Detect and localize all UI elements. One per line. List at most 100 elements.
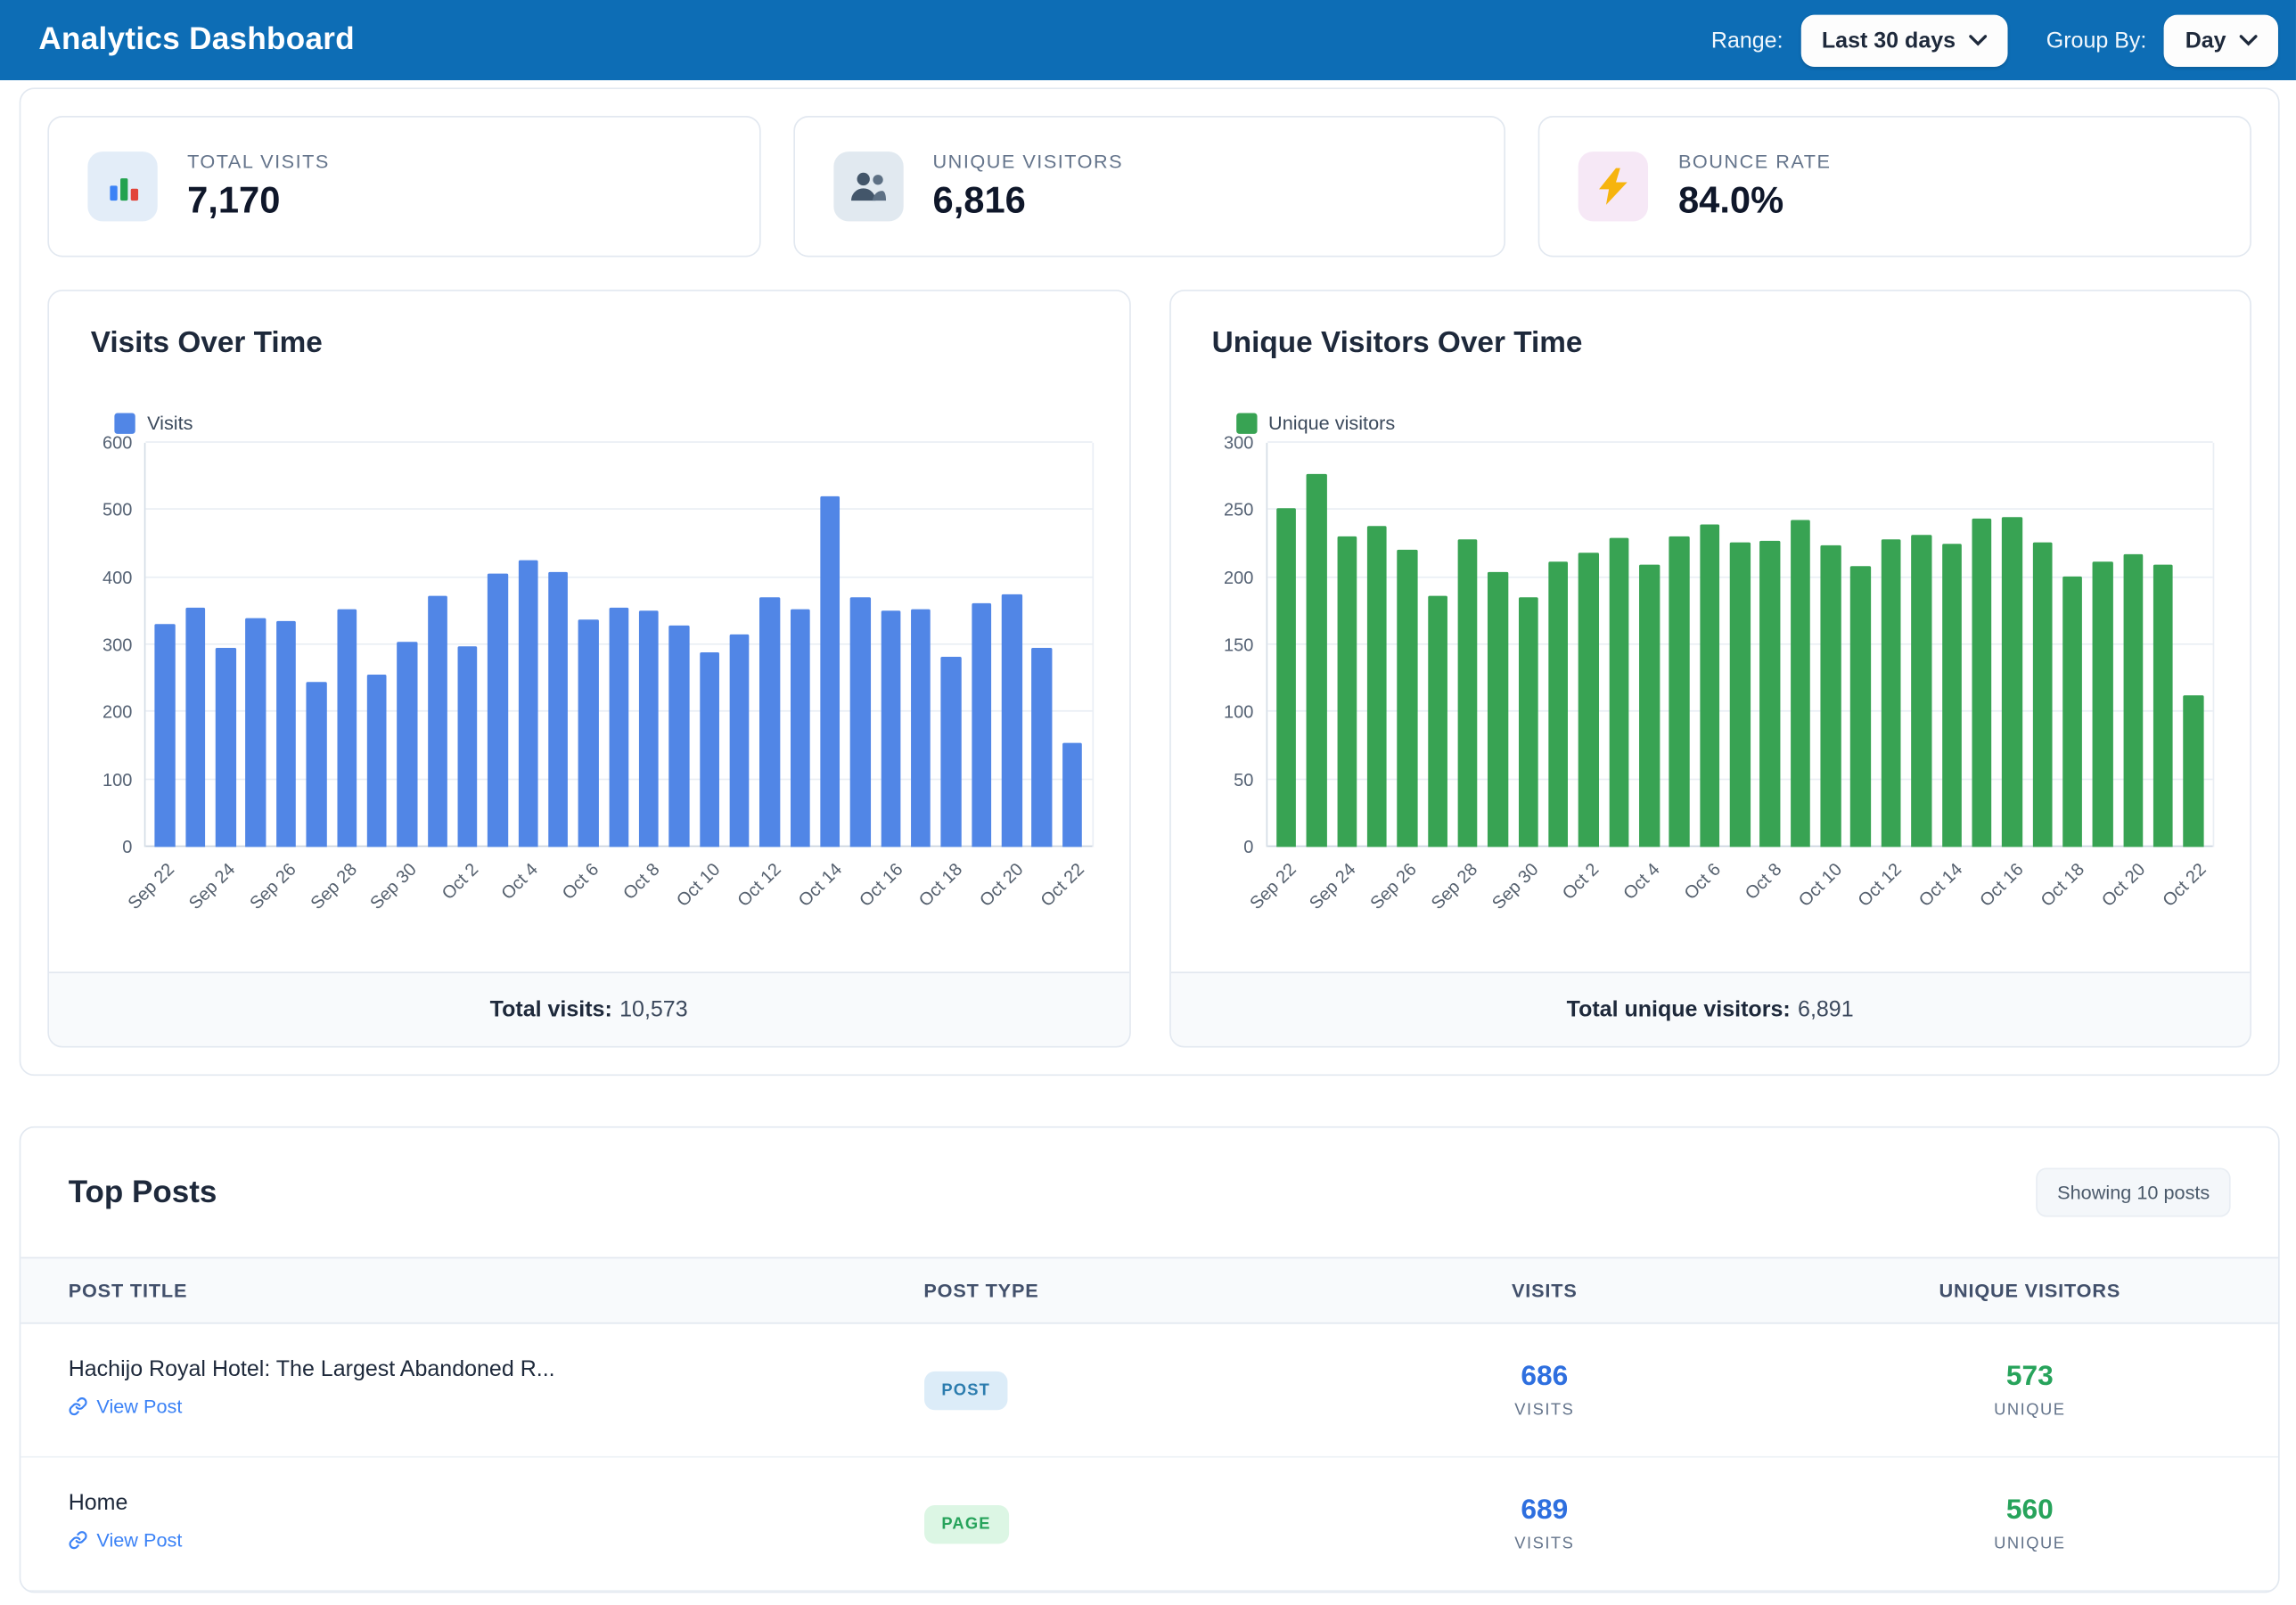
bar-slot — [1453, 443, 1483, 848]
y-tick-label: 100 — [102, 769, 132, 790]
bar — [1578, 553, 1598, 848]
top-posts-header: Top Posts Showing 10 posts — [20, 1127, 2278, 1257]
stat-value: 7,170 — [187, 180, 330, 223]
column-header-visits: VISITS — [1308, 1280, 1782, 1302]
bar-slot — [1544, 443, 1574, 848]
x-label-slot: Sep 30 — [391, 847, 422, 929]
range-select[interactable]: Last 30 days — [1801, 14, 2008, 66]
page-title: Analytics Dashboard — [38, 22, 355, 58]
bar-slot — [755, 443, 785, 848]
x-label-slot: Oct 16 — [876, 847, 906, 929]
bar — [1911, 535, 1931, 848]
bar-slot — [362, 443, 392, 848]
x-label-slot: Oct 20 — [2119, 847, 2149, 929]
bar — [1669, 537, 1689, 848]
bar — [1398, 549, 1417, 847]
visits-over-time-chart: Visits Over Time Visits 0100200300400500… — [47, 290, 1130, 1047]
y-tick-label: 400 — [102, 567, 132, 587]
y-axis: 0100200300400500600 — [85, 443, 144, 848]
top-bar: Analytics Dashboard Range: Last 30 days … — [0, 0, 2296, 80]
y-tick-label: 150 — [1224, 635, 1253, 655]
x-label-slot: Oct 10 — [1816, 847, 1846, 929]
bar — [216, 648, 235, 847]
group-by-value: Day — [2185, 28, 2226, 53]
bar-slot — [422, 443, 453, 848]
bar-slot — [1816, 443, 1846, 848]
plot-area — [1266, 443, 2215, 848]
bar-slot — [180, 443, 210, 848]
stat-label: BOUNCE RATE — [1678, 150, 1831, 172]
y-tick-label: 300 — [102, 635, 132, 655]
x-label-slot: Sep 22 — [149, 847, 179, 929]
bar-slot — [573, 443, 603, 848]
bar-slot — [936, 443, 966, 848]
y-tick-label: 0 — [1243, 837, 1253, 857]
visits-count: 686 — [1308, 1361, 1782, 1394]
bar-slot — [1997, 443, 2027, 848]
x-label-slot: Sep 26 — [1391, 847, 1422, 929]
y-tick-label: 600 — [102, 432, 132, 453]
bar — [1882, 540, 1901, 848]
bar-slot — [1332, 443, 1362, 848]
y-tick-label: 500 — [102, 500, 132, 520]
bar — [548, 572, 568, 847]
legend-label: Visits — [147, 412, 193, 434]
bar-slot — [150, 443, 180, 848]
x-label-slot: Oct 10 — [694, 847, 725, 929]
bar — [881, 611, 900, 848]
post-type-badge: PAGE — [923, 1504, 1008, 1543]
y-tick-label: 200 — [1224, 567, 1253, 587]
bar-slot — [1876, 443, 1906, 848]
footer-label: Total visits: — [490, 997, 612, 1022]
x-label-slot: Oct 4 — [1634, 847, 1664, 929]
post-title: Home — [69, 1490, 924, 1515]
bar-slot — [664, 443, 694, 848]
unique-visitors-card: UNIQUE VISITORS 6,816 — [793, 116, 1506, 257]
bar — [1428, 596, 1447, 847]
x-label-slot: Sep 30 — [1513, 847, 1543, 929]
visits-count-label: VISITS — [1308, 1401, 1782, 1419]
chart-title: Unique Visitors Over Time — [1170, 291, 2250, 361]
x-label-slot: Sep 28 — [331, 847, 361, 929]
bar — [639, 611, 659, 848]
bar-slot — [846, 443, 876, 848]
bar — [850, 598, 870, 848]
group-by-select[interactable]: Day — [2164, 14, 2278, 66]
bar-slot — [1725, 443, 1755, 848]
link-icon — [69, 1530, 88, 1550]
y-tick-label: 250 — [1224, 500, 1253, 520]
x-label-slot: Oct 12 — [755, 847, 785, 929]
bar-slot — [2148, 443, 2178, 848]
view-post-link[interactable]: View Post — [69, 1396, 183, 1418]
x-label-slot: Oct 2 — [452, 847, 482, 929]
bar — [398, 642, 417, 848]
bar — [1730, 543, 1750, 848]
view-post-link[interactable]: View Post — [69, 1529, 183, 1552]
table-header-row: POST TITLE POST TYPE VISITS UNIQUE VISIT… — [20, 1257, 2278, 1324]
bar-slot — [1906, 443, 1937, 848]
bar-slot — [996, 443, 1027, 848]
bar-slot — [2118, 443, 2148, 848]
post-title: Hachijo Royal Hotel: The Largest Abandon… — [69, 1356, 924, 1381]
bar-slot — [906, 443, 936, 848]
y-tick-label: 300 — [1224, 432, 1253, 453]
unique-count-label: UNIQUE — [1782, 1535, 2278, 1552]
bar — [1032, 648, 1052, 847]
bar — [1276, 507, 1296, 847]
bar-slot — [816, 443, 846, 848]
stat-label: TOTAL VISITS — [187, 150, 330, 172]
view-post-label: View Post — [96, 1396, 182, 1418]
stat-label: UNIQUE VISITORS — [933, 150, 1124, 172]
bar-slot — [1483, 443, 1513, 848]
bar — [307, 682, 326, 847]
bar-slot — [1634, 443, 1664, 848]
bar — [457, 647, 477, 847]
x-label-slot: Sep 24 — [209, 847, 240, 929]
chart-footer: Total visits:10,573 — [49, 971, 1128, 1045]
bar — [1062, 742, 1082, 847]
bar-slot — [453, 443, 483, 848]
x-tick-label: Sep 22 — [124, 859, 178, 913]
x-label-slot: Oct 16 — [1997, 847, 2028, 929]
bar — [1941, 544, 1961, 847]
bar-slot — [2057, 443, 2087, 848]
